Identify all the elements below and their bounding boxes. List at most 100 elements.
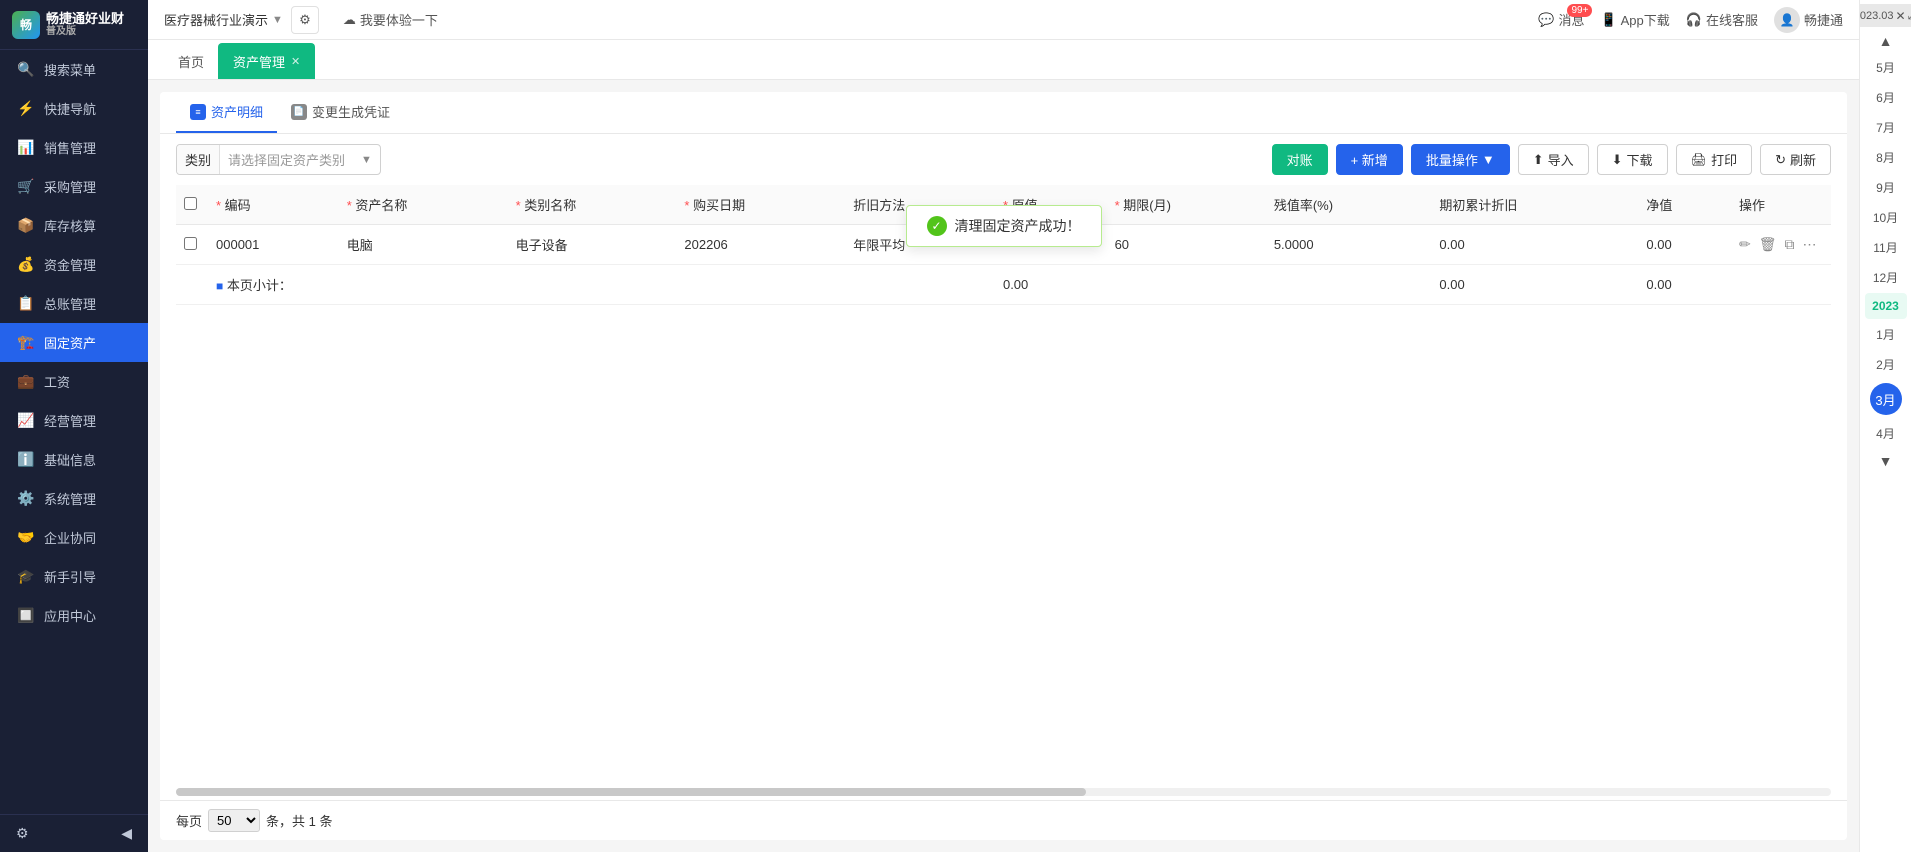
per-page-select[interactable]: 50 100 200 [208,809,260,832]
fixed-assets-icon: 🏗️ [16,334,36,351]
batch-button[interactable]: 批量操作 ▼ [1411,144,1510,175]
experience-button[interactable]: ☁ 我要体验一下 [343,10,438,29]
header-checkbox-col [176,185,208,225]
pagination: 每页 50 100 200 条，共 1 条 [176,809,332,832]
tab-close-icon[interactable]: ✕ [291,55,300,68]
row-checkbox[interactable] [176,225,208,265]
sidebar-item-enterprise[interactable]: 🤝企业协同 [0,518,148,557]
delete-icon[interactable]: 🗑 [1759,236,1777,253]
table-container: ✓ 清理固定资产成功！ 编码 资产名称 类别名称 购买日期 [160,185,1847,784]
row-purchase-date: 202206 [676,225,845,265]
sidebar-item-payroll[interactable]: 💼工资 [0,362,148,401]
calendar-down-icon[interactable]: ▼ [1875,449,1897,473]
sidebar-item-inventory[interactable]: 📦库存核算 [0,206,148,245]
company-selector[interactable]: 医疗器械行业演示 ▼ [164,10,283,29]
sidebar-item-operations[interactable]: 📈经营管理 [0,401,148,440]
new-button[interactable]: + 新增 [1336,144,1403,175]
calendar-month[interactable]: 5月 [1865,53,1907,82]
calendar-month[interactable]: 4月 [1865,419,1907,448]
app-edition: 普及版 [46,26,124,38]
main-container: 医疗器械行业演示 ▼ ⚙ ☁ 我要体验一下 💬 消息 99+ 📱 App下载 🎧… [148,0,1859,852]
calendar-month[interactable]: 6月 [1865,83,1907,112]
more-icon[interactable]: ⋯ [1803,236,1817,253]
system-icon: ⚙️ [16,490,36,507]
chevron-down-icon: ▼ [272,14,283,26]
account-button[interactable]: 对账 [1272,144,1328,175]
calendar-month[interactable]: 7月 [1865,113,1907,142]
sidebar-item-fixed-assets[interactable]: 🏗️固定资产 [0,323,148,362]
calendar-year[interactable]: 2023 [1865,293,1907,319]
app-download-button[interactable]: 📱 App下载 [1600,10,1669,29]
logo-icon: 畅 [12,11,40,39]
settings-icon[interactable]: ⚙ [16,825,29,842]
calendar-month[interactable]: 3月 [1870,383,1902,415]
tab-voucher-gen[interactable]: 📄 变更生成凭证 [277,92,404,133]
sidebar-item-guide[interactable]: 🎓新手引导 [0,557,148,596]
sidebar-item-basic-info[interactable]: ℹ️基础信息 [0,440,148,479]
sidebar-item-search[interactable]: 🔍搜索菜单 [0,50,148,89]
asset-detail-label: 资产明细 [211,102,263,121]
sidebar-item-quick-nav[interactable]: ⚡快捷导航 [0,89,148,128]
filter-arrow-icon: ▼ [353,149,380,171]
calendar-month[interactable]: 11月 [1865,233,1907,262]
copy-icon[interactable]: ⧉ [1785,236,1795,253]
edit-icon[interactable]: ✏ [1739,236,1751,253]
user-menu[interactable]: 👤 畅捷通 [1774,7,1843,33]
download-label: 下载 [1627,150,1653,169]
operations-icon: 📈 [16,412,36,429]
app-download-label: App下载 [1621,10,1670,29]
topbar-right: 💬 消息 99+ 📱 App下载 🎧 在线客服 👤 畅捷通 [1538,7,1843,33]
subtotal-initial-dep: 0.00 [1431,265,1638,305]
topbar: 医疗器械行业演示 ▼ ⚙ ☁ 我要体验一下 💬 消息 99+ 📱 App下载 🎧… [148,0,1859,40]
collapse-icon[interactable]: ◀ [121,825,132,842]
calendar-month[interactable]: 1月 [1865,320,1907,349]
sidebar-item-purchase[interactable]: 🛒采购管理 [0,167,148,206]
tab-asset-label: 资产管理 [233,52,285,71]
import-button[interactable]: ⬆ 导入 [1518,144,1589,175]
calendar-month[interactable]: 9月 [1865,173,1907,202]
tab-asset-management[interactable]: 资产管理 ✕ [218,43,315,79]
purchase-icon: 🛒 [16,178,36,195]
header-code: 编码 [208,185,339,225]
toolbar-left: 类别 请选择固定资产类别 ▼ [176,144,381,175]
row-action: ✏ 🗑 ⧉ ⋯ [1731,225,1831,265]
calendar-month[interactable]: 8月 [1865,143,1907,172]
category-filter[interactable]: 类别 请选择固定资产类别 ▼ [176,144,381,175]
message-button[interactable]: 💬 消息 99+ [1538,10,1584,29]
toast-message: 清理固定资产成功！ [955,216,1081,236]
sidebar-item-capital[interactable]: 💰资金管理 [0,245,148,284]
print-button[interactable]: 🖨 打印 [1676,144,1753,175]
tab-home[interactable]: 首页 [164,44,218,79]
sidebar-item-system[interactable]: ⚙️系统管理 [0,479,148,518]
calendar-months: 5月6月7月8月9月10月11月12月20231月2月 3月 4月 [1865,53,1907,449]
calendar-month[interactable]: 10月 [1865,203,1907,232]
calendar-up-icon[interactable]: ▲ [1875,29,1897,53]
calendar-close-icon[interactable]: ✕ [1896,9,1906,23]
refresh-button[interactable]: ↻ 刷新 [1760,144,1831,175]
calendar-month[interactable]: 12月 [1865,263,1907,292]
download-button[interactable]: ⬇ 下载 [1597,144,1668,175]
voucher-gen-tab-icon: 📄 [291,104,307,120]
calendar-expand-icon[interactable]: ⤢ [1908,8,1911,23]
sidebar-item-ledger[interactable]: 📋总账管理 [0,284,148,323]
calendar-month[interactable]: 2月 [1865,350,1907,379]
header-initial-dep: 期初累计折旧 [1431,185,1638,225]
online-service-label: 在线客服 [1706,10,1758,29]
table-scrollbar[interactable] [176,788,1831,796]
row-category: 电子设备 [508,225,677,265]
select-all-checkbox[interactable] [184,197,197,210]
tab-asset-detail[interactable]: ≡ 资产明细 [176,92,277,133]
user-avatar: 👤 [1774,7,1800,33]
page-content: ≡ 资产明细 📄 变更生成凭证 类别 请选择固定资产类别 ▼ [148,80,1859,852]
calendar-header[interactable]: 2023.03 ✕ ⤢ [1860,4,1911,27]
mobile-icon: 📱 [1600,12,1616,28]
message-badge: 99+ [1567,4,1592,17]
row-code: 000001 [208,225,339,265]
gear-button[interactable]: ⚙ [291,6,319,34]
header-name: 资产名称 [339,185,508,225]
sidebar-item-apps[interactable]: 🔲应用中心 [0,596,148,635]
sidebar-item-sales[interactable]: 📊销售管理 [0,128,148,167]
batch-arrow-icon: ▼ [1482,152,1495,167]
online-service-button[interactable]: 🎧 在线客服 [1686,10,1758,29]
app-name: 畅捷通好业财 [46,11,124,27]
